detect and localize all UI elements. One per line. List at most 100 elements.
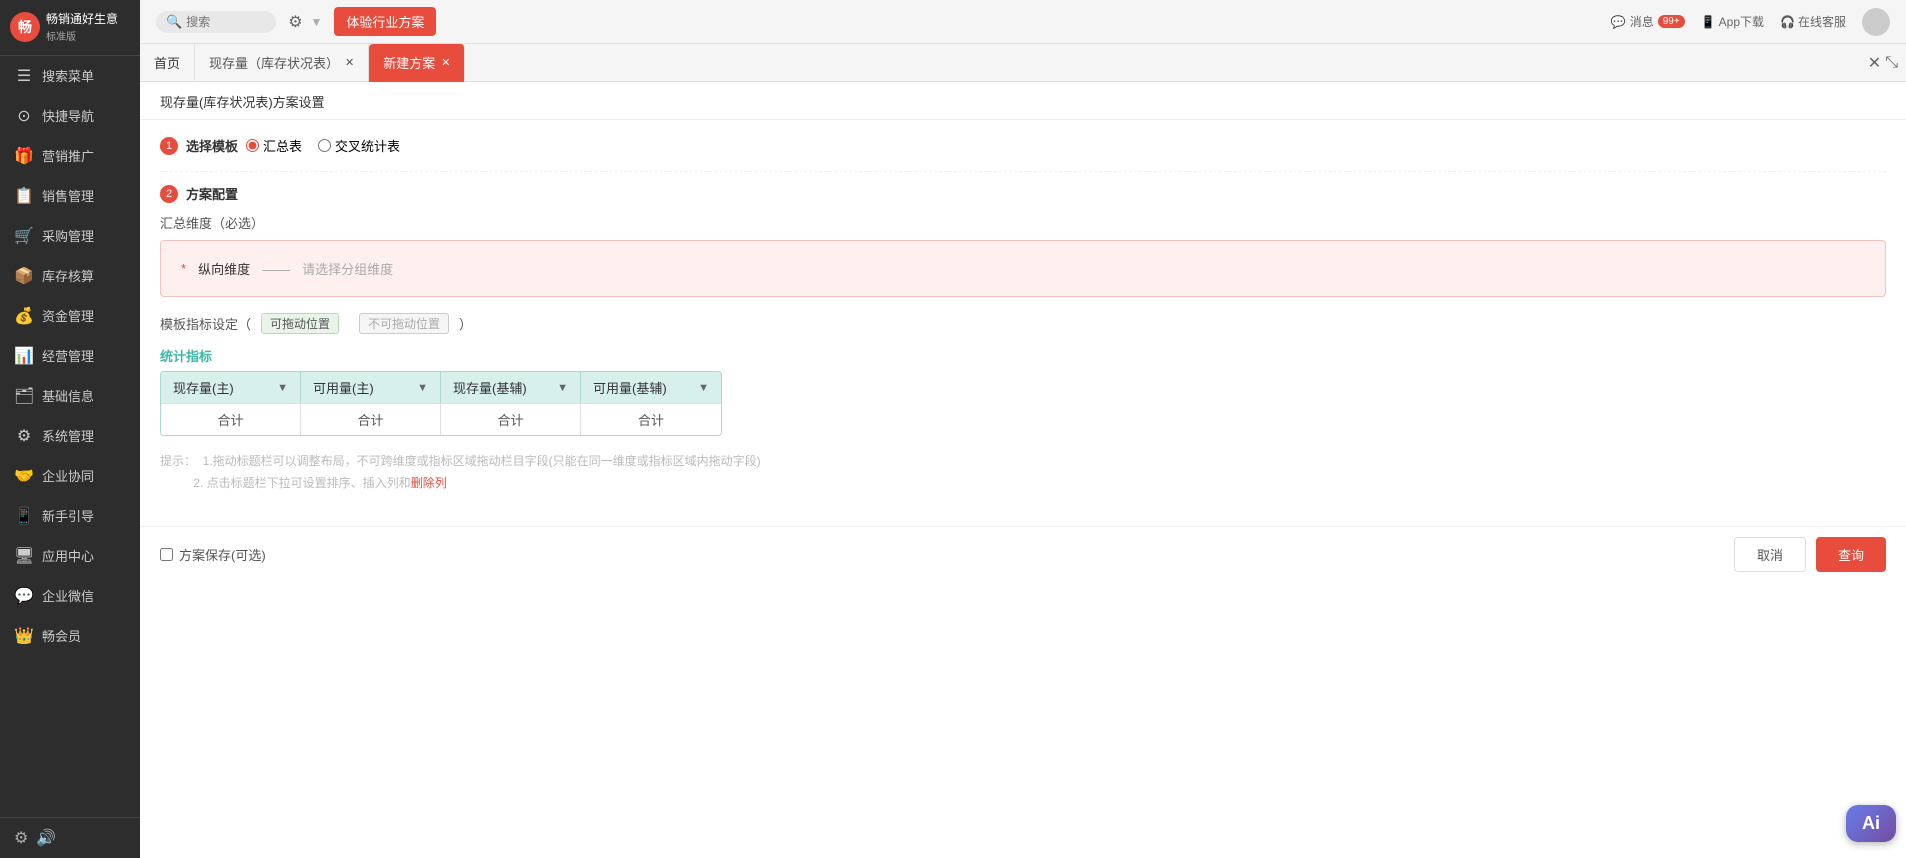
footer-settings-icon[interactable]: ⚙ xyxy=(14,828,28,848)
topbar-chevron[interactable]: ▼ xyxy=(311,15,323,29)
tab-close-all-btn[interactable]: ✕ xyxy=(1868,53,1881,73)
radio-summary[interactable]: 汇总表 xyxy=(246,136,302,155)
sidebar: 畅 畅销通好生意 标准版 ☰ 搜索菜单 ⊙ 快捷导航 🎁 营销推广 📋 销售管理… xyxy=(0,0,140,858)
tab-close-inventory[interactable]: ✕ xyxy=(345,56,354,69)
dimension-arrow: —— xyxy=(262,261,290,277)
message-badge: 99+ xyxy=(1658,15,1685,28)
stats-col-0-header[interactable]: 现存量(主) ▼ xyxy=(161,372,301,403)
sidebar-footer: ⚙ 🔊 xyxy=(0,817,140,858)
sidebar-item-app-center[interactable]: 🖥 应用中心 xyxy=(0,536,140,576)
chat-icon: 💬 xyxy=(14,586,34,606)
topbar-online-service[interactable]: 🎧 在线客服 xyxy=(1780,13,1846,30)
topbar: 🔍 ⚙ ▼ 体验行业方案 💬 消息 99+ 📱 App下载 🎧 在线客服 xyxy=(140,0,1906,44)
sidebar-item-quick-nav[interactable]: ⊙ 快捷导航 xyxy=(0,96,140,136)
dimension-row: * 纵向维度 —— 请选择分组维度 xyxy=(181,259,1865,278)
stats-cell-1: 合计 xyxy=(301,403,441,435)
no-drag-badge: 不可拖动位置 xyxy=(359,313,449,334)
stats-data-row: 合计 合计 合计 合计 xyxy=(161,403,721,435)
clipboard-icon: 📋 xyxy=(14,186,34,206)
stats-cell-0: 合计 xyxy=(161,403,301,435)
sidebar-item-system[interactable]: ⚙ 系统管理 xyxy=(0,416,140,456)
tab-home[interactable]: 首页 xyxy=(140,44,195,82)
step1-num: 1 xyxy=(160,137,178,155)
tab-expand-btn[interactable]: ⤡ xyxy=(1885,53,1898,73)
user-avatar[interactable] xyxy=(1862,8,1890,36)
stats-col-3-label: 可用量(基辅) xyxy=(593,378,667,397)
radio-cross-input[interactable] xyxy=(318,139,331,152)
content-area: 现存量(库存状况表)方案设置 1 选择模板 汇总表 交叉统计表 xyxy=(140,82,1906,858)
topbar-search-box[interactable]: 🔍 xyxy=(156,11,276,33)
sidebar-item-operations[interactable]: 📊 经营管理 xyxy=(0,336,140,376)
sidebar-item-basic-info[interactable]: 🗂 基础信息 xyxy=(0,376,140,416)
topbar-app-download[interactable]: 📱 App下载 xyxy=(1701,13,1764,30)
search-icon: 🔍 xyxy=(166,14,182,30)
radio-cross[interactable]: 交叉统计表 xyxy=(318,136,400,155)
money-icon: 💰 xyxy=(14,306,34,326)
stats-col-0-label: 现存量(主) xyxy=(173,378,234,397)
sidebar-item-search-menu[interactable]: ☰ 搜索菜单 xyxy=(0,56,140,96)
desktop-icon: 🖥 xyxy=(14,546,34,566)
save-checkbox-input[interactable] xyxy=(160,548,173,561)
folder-icon: 🗂 xyxy=(14,386,34,406)
sidebar-item-finance[interactable]: 💰 资金管理 xyxy=(0,296,140,336)
sidebar-item-label: 销售管理 xyxy=(42,186,94,205)
radio-summary-label: 汇总表 xyxy=(263,136,302,155)
cart-icon: 🛒 xyxy=(14,226,34,246)
phone-icon: 📱 xyxy=(14,506,34,526)
radio-cross-label: 交叉统计表 xyxy=(335,136,400,155)
home-icon: ⊙ xyxy=(14,106,34,126)
save-checkbox[interactable]: 方案保存(可选) xyxy=(160,545,266,564)
tips-text-2: 2. 点击标题栏下拉可设置排序、插入列和删除列 xyxy=(160,473,1886,495)
online-service-label: 在线客服 xyxy=(1798,13,1846,30)
radio-summary-input[interactable] xyxy=(246,139,259,152)
stats-header-row: 现存量(主) ▼ 可用量(主) ▼ 现存量(基辅) ▼ xyxy=(161,372,721,403)
dimension-placeholder[interactable]: 请选择分组维度 xyxy=(302,259,393,278)
ai-badge[interactable]: Ai xyxy=(1846,805,1896,842)
sidebar-item-marketing[interactable]: 🎁 营销推广 xyxy=(0,136,140,176)
gear-icon[interactable]: ⚙ xyxy=(288,12,302,32)
tab-inventory-status[interactable]: 现存量（库存状况表） ✕ xyxy=(195,44,369,82)
page-title: 现存量(库存状况表)方案设置 xyxy=(140,82,1906,120)
divider-1 xyxy=(160,171,1886,172)
step1-title: 1 选择模板 汇总表 交叉统计表 xyxy=(160,136,1886,155)
chevron-2-icon: ▼ xyxy=(557,382,568,394)
stats-col-1-header[interactable]: 可用量(主) ▼ xyxy=(301,372,441,403)
drag-badge: 可拖动位置 xyxy=(261,313,339,334)
topbar-message[interactable]: 💬 消息 99+ xyxy=(1611,13,1685,30)
sidebar-item-wechat[interactable]: 💬 企业微信 xyxy=(0,576,140,616)
chevron-0-icon: ▼ xyxy=(277,382,288,394)
tab-close-new-plan[interactable]: ✕ xyxy=(441,56,450,69)
sidebar-item-inventory[interactable]: 📦 库存核算 xyxy=(0,256,140,296)
stats-col-2-header[interactable]: 现存量(基辅) ▼ xyxy=(441,372,581,403)
sidebar-item-sales[interactable]: 📋 销售管理 xyxy=(0,176,140,216)
indicator-setting-row: 模板指标设定（ 可拖动位置 不可拖动位置 ） xyxy=(160,313,1886,334)
dimension-box: * 纵向维度 —— 请选择分组维度 xyxy=(160,240,1886,297)
chevron-3-icon: ▼ xyxy=(698,382,709,394)
stats-col-2-label: 现存量(基辅) xyxy=(453,378,527,397)
search-input[interactable] xyxy=(186,15,266,29)
bottom-actions: 取消 查询 xyxy=(1734,537,1886,572)
sidebar-item-new-guide[interactable]: 📱 新手引导 xyxy=(0,496,140,536)
sidebar-item-label: 资金管理 xyxy=(42,306,94,325)
app-edition: 标准版 xyxy=(46,28,118,43)
sidebar-item-enterprise[interactable]: 🤝 企业协同 xyxy=(0,456,140,496)
query-button[interactable]: 查询 xyxy=(1816,537,1886,572)
tab-new-plan[interactable]: 新建方案 ✕ xyxy=(369,44,465,82)
headphone-icon: 🎧 xyxy=(1780,15,1795,29)
step1-label: 选择模板 xyxy=(186,136,238,155)
cancel-button[interactable]: 取消 xyxy=(1734,537,1806,572)
stats-label: 统计指标 xyxy=(160,346,1886,365)
step1-block: 1 选择模板 汇总表 交叉统计表 xyxy=(160,136,1886,155)
tips-section: 提示： 1.拖动标题栏可以调整布局，不可跨维度或指标区域拖动栏目字段(只能在同一… xyxy=(160,451,1886,494)
new-plan-tab-label: 新建方案 xyxy=(383,53,435,72)
industry-btn[interactable]: 体验行业方案 xyxy=(334,7,436,36)
sidebar-item-purchase[interactable]: 🛒 采购管理 xyxy=(0,216,140,256)
sidebar-item-member[interactable]: 👑 畅会员 xyxy=(0,616,140,656)
save-label: 方案保存(可选) xyxy=(179,545,266,564)
message-label: 消息 xyxy=(1630,13,1654,30)
footer-sound-icon[interactable]: 🔊 xyxy=(36,828,56,848)
step2-label: 方案配置 xyxy=(186,184,238,203)
stats-col-3-header[interactable]: 可用量(基辅) ▼ xyxy=(581,372,721,403)
sidebar-item-label: 搜索菜单 xyxy=(42,66,94,85)
step2-title: 2 方案配置 xyxy=(160,184,1886,203)
